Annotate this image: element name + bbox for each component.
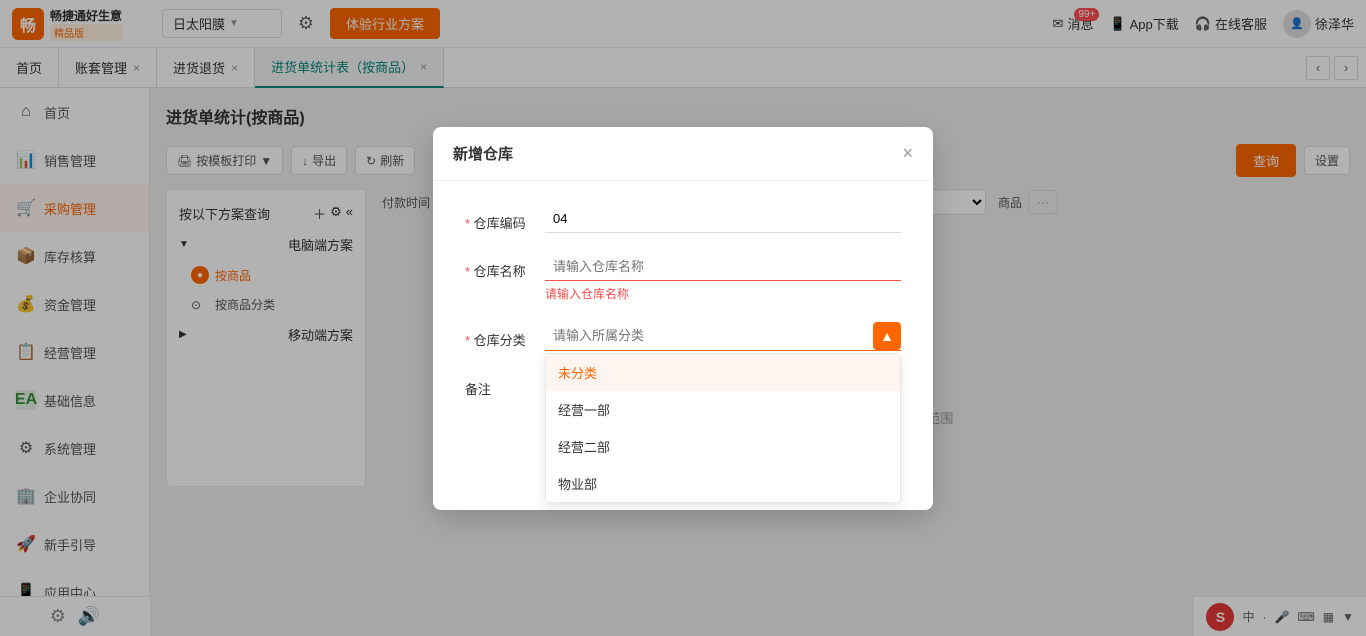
- dropdown-option-property[interactable]: 物业部: [546, 465, 900, 502]
- dialog-close-button[interactable]: ×: [902, 143, 913, 164]
- code-label: 仓库编码: [465, 205, 545, 232]
- dialog-body: 仓库编码 仓库名称 请输入仓库名称 仓库分类 ▲: [433, 181, 933, 443]
- dropdown-option-unclassified[interactable]: 未分类: [546, 354, 900, 391]
- dialog-header: 新增仓库 ×: [433, 127, 933, 181]
- category-input[interactable]: [545, 322, 873, 349]
- form-row-code: 仓库编码: [465, 205, 901, 233]
- category-combo: ▲: [545, 322, 901, 351]
- dialog-title: 新增仓库: [453, 143, 513, 164]
- category-dropdown-toggle[interactable]: ▲: [873, 322, 901, 350]
- form-row-name: 仓库名称 请输入仓库名称: [465, 253, 901, 302]
- dropdown-option-dept1[interactable]: 经营一部: [546, 391, 900, 428]
- form-row-category: 仓库分类 ▲ 未分类 经营一部 经营二部 物业部: [465, 322, 901, 351]
- category-dropdown: 未分类 经营一部 经营二部 物业部: [545, 353, 901, 503]
- name-input[interactable]: [545, 253, 901, 281]
- code-field: [545, 205, 901, 233]
- name-label: 仓库名称: [465, 253, 545, 280]
- dialog-overlay[interactable]: 新增仓库 × 仓库编码 仓库名称 请输入仓库名称 仓库分类: [0, 0, 1366, 636]
- add-warehouse-dialog: 新增仓库 × 仓库编码 仓库名称 请输入仓库名称 仓库分类: [433, 127, 933, 510]
- code-input[interactable]: [545, 205, 901, 233]
- notes-label: 备注: [465, 371, 545, 398]
- name-field: 请输入仓库名称: [545, 253, 901, 302]
- category-label: 仓库分类: [465, 322, 545, 349]
- dropdown-option-dept2[interactable]: 经营二部: [546, 428, 900, 465]
- name-error-msg: 请输入仓库名称: [545, 285, 901, 302]
- category-field: ▲: [545, 322, 901, 351]
